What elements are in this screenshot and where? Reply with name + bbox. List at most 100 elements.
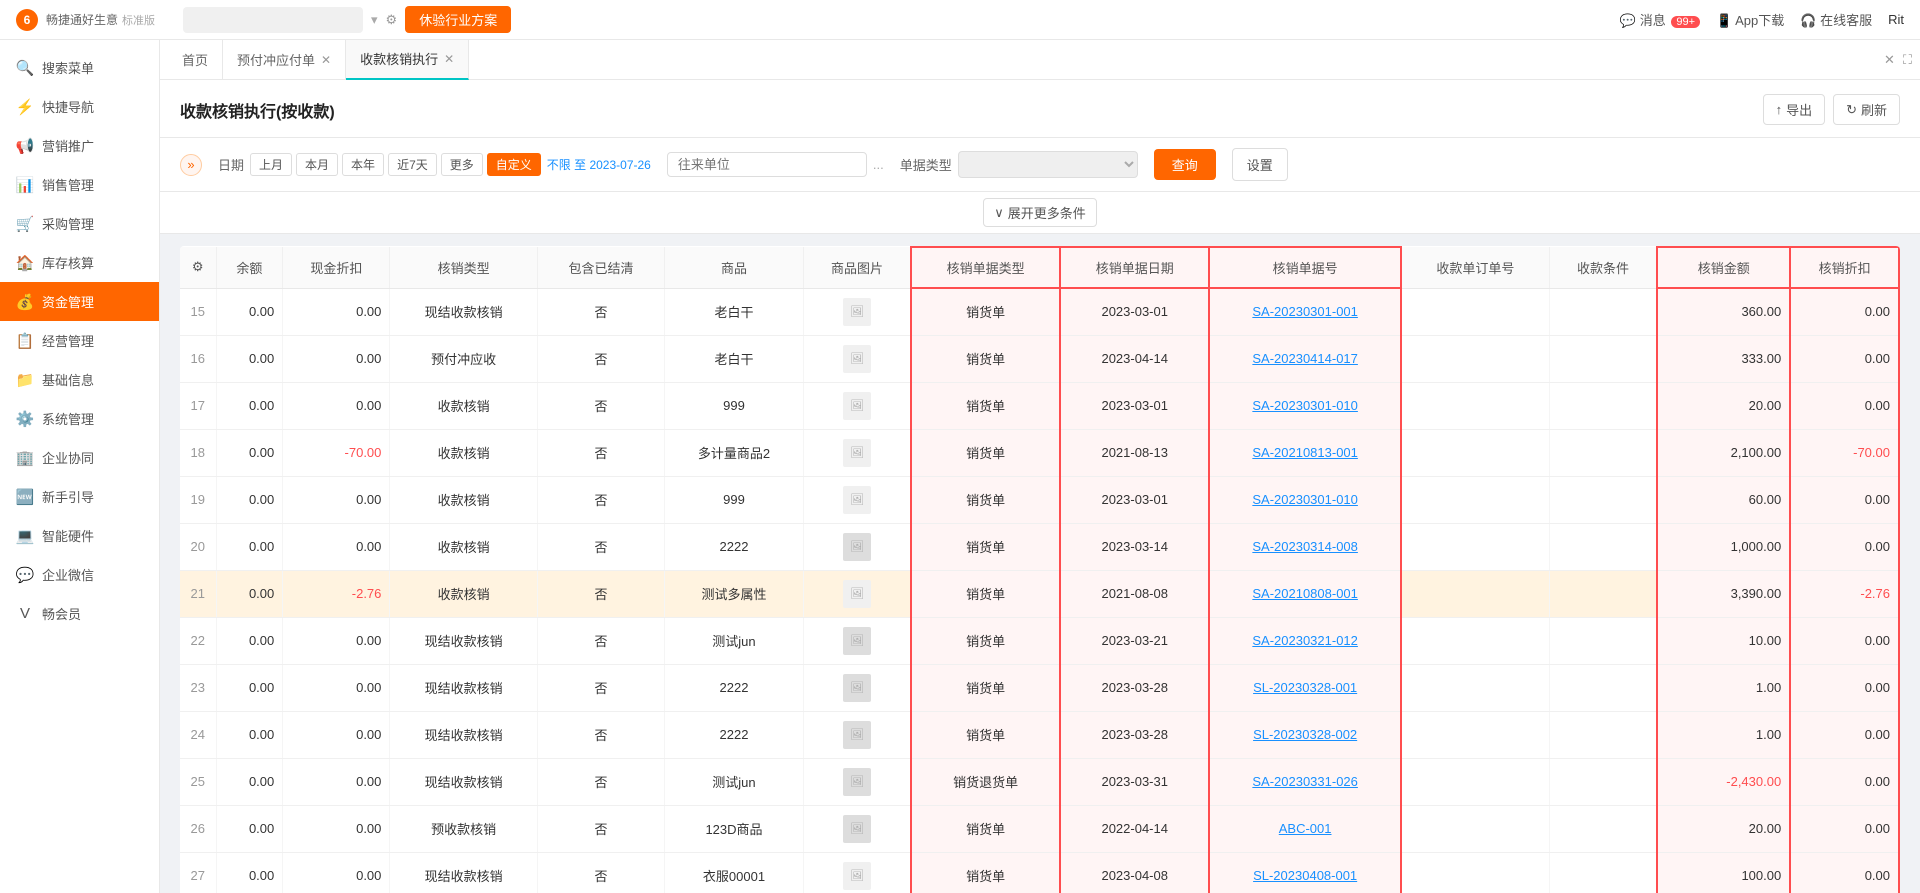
counterpart-input[interactable] xyxy=(667,152,867,177)
sidebar-item-quick[interactable]: ⚡ 快捷导航 xyxy=(0,87,159,126)
app-download-btn[interactable]: 📱 App下载 xyxy=(1716,10,1784,29)
sidebar-item-finance[interactable]: 💰 资金管理 xyxy=(0,282,159,321)
bill-no-link[interactable]: SL-20230328-001 xyxy=(1253,680,1357,695)
bill-no-link[interactable]: SL-20230408-001 xyxy=(1253,868,1357,883)
tab-prepay-close[interactable]: ✕ xyxy=(321,53,331,67)
expand-more-btn[interactable]: ∨ 展开更多条件 xyxy=(983,198,1097,227)
tab-collection[interactable]: 收款核销执行 ✕ xyxy=(346,40,469,80)
bill-no-link[interactable]: SA-20210808-001 xyxy=(1252,586,1358,601)
custom-btn[interactable]: 自定义 xyxy=(487,153,541,176)
sidebar-item-corp[interactable]: 🏢 企业协同 xyxy=(0,438,159,477)
cell-bill-no[interactable]: SA-20230301-010 xyxy=(1209,382,1401,429)
col-receipt-condition: 收款条件 xyxy=(1549,247,1657,288)
cell-bill-no[interactable]: SA-20230414-017 xyxy=(1209,335,1401,382)
query-btn[interactable]: 查询 xyxy=(1154,149,1216,180)
cell-bill-no[interactable]: SA-20210813-001 xyxy=(1209,429,1401,476)
sidebar-item-basic[interactable]: 📁 基础信息 xyxy=(0,360,159,399)
cell-cash-discount: 0.00 xyxy=(283,852,390,893)
cell-bill-no[interactable]: SL-20230328-001 xyxy=(1209,664,1401,711)
cell-bill-no[interactable]: ABC-001 xyxy=(1209,805,1401,852)
online-service-btn[interactable]: 🎧 在线客服 xyxy=(1800,10,1872,29)
cell-verify-type: 收款核销 xyxy=(390,523,538,570)
cell-bill-no[interactable]: SA-20230301-001 xyxy=(1209,288,1401,335)
sidebar-item-guide[interactable]: 🆕 新手引导 xyxy=(0,477,159,516)
cell-goods-img: 🖼 xyxy=(803,805,911,852)
sidebar-item-purchase[interactable]: 🛒 采购管理 xyxy=(0,204,159,243)
cell-include-settled: 否 xyxy=(537,429,664,476)
more-btn[interactable]: 更多 xyxy=(441,153,483,176)
cell-verify-discount: 0.00 xyxy=(1790,617,1899,664)
cell-bill-type: 销货单 xyxy=(911,429,1060,476)
tab-maximize-icon[interactable]: ⛶ xyxy=(1903,52,1912,68)
refresh-btn[interactable]: ↻ 刷新 xyxy=(1833,94,1900,125)
last7-btn[interactable]: 近7天 xyxy=(388,153,437,176)
tab-collection-close[interactable]: ✕ xyxy=(444,52,454,66)
messages-btn[interactable]: 💬 消息 99+ xyxy=(1620,10,1700,29)
cell-bill-no[interactable]: SA-20210808-001 xyxy=(1209,570,1401,617)
cell-verify-amount: 2,100.00 xyxy=(1657,429,1790,476)
cell-goods: 测试jun xyxy=(665,758,804,805)
sidebar-item-marketing[interactable]: 📢 营销推广 xyxy=(0,126,159,165)
sidebar-item-inventory[interactable]: 🏠 库存核算 xyxy=(0,243,159,282)
bill-no-link[interactable]: SA-20230301-010 xyxy=(1252,492,1358,507)
cell-goods: 999 xyxy=(665,382,804,429)
header-actions: ↑ 导出 ↻ 刷新 xyxy=(1763,94,1900,125)
bill-no-link[interactable]: ABC-001 xyxy=(1279,821,1332,836)
cell-goods: 多计量商品2 xyxy=(665,429,804,476)
bill-no-link[interactable]: SL-20230328-002 xyxy=(1253,727,1357,742)
col-gear[interactable]: ⚙ xyxy=(180,247,216,288)
sidebar-item-sales[interactable]: 📊 销售管理 xyxy=(0,165,159,204)
gear-header-icon[interactable]: ⚙ xyxy=(192,259,204,274)
filter-expand-btn[interactable]: » xyxy=(180,154,202,176)
dropdown-icon[interactable]: ▾ xyxy=(371,12,378,28)
user-name[interactable]: Rit xyxy=(1888,12,1904,27)
sidebar-item-operation[interactable]: 📋 经营管理 xyxy=(0,321,159,360)
brand-text: 畅捷通好生意 xyxy=(46,11,118,28)
counterpart-dots[interactable]: ... xyxy=(873,157,884,172)
cell-bill-no[interactable]: SL-20230408-001 xyxy=(1209,852,1401,893)
bill-no-link[interactable]: SA-20230314-008 xyxy=(1252,539,1358,554)
col-goods-img: 商品图片 xyxy=(803,247,911,288)
this-month-btn[interactable]: 本月 xyxy=(296,153,338,176)
cell-verify-discount: 0.00 xyxy=(1790,758,1899,805)
sidebar-item-search[interactable]: 🔍 搜索菜单 xyxy=(0,48,159,87)
bill-no-link[interactable]: SA-20230331-026 xyxy=(1252,774,1358,789)
tab-close-icon[interactable]: ✕ xyxy=(1884,52,1895,68)
tab-prepay[interactable]: 预付冲应付单 ✕ xyxy=(223,40,346,80)
last-month-btn[interactable]: 上月 xyxy=(250,153,292,176)
top-bar-right: 💬 消息 99+ 📱 App下载 🎧 在线客服 Rit xyxy=(1620,10,1904,29)
company-selector[interactable] xyxy=(183,7,363,33)
setting-btn[interactable]: 设置 xyxy=(1232,148,1288,181)
cell-bill-no[interactable]: SL-20230328-002 xyxy=(1209,711,1401,758)
bill-no-link[interactable]: SA-20230301-001 xyxy=(1252,304,1358,319)
this-year-btn[interactable]: 本年 xyxy=(342,153,384,176)
bill-no-link[interactable]: SA-20210813-001 xyxy=(1252,445,1358,460)
cell-include-settled: 否 xyxy=(537,805,664,852)
bill-type-select[interactable] xyxy=(958,151,1138,178)
sidebar-item-member[interactable]: V 畅会员 xyxy=(0,594,159,633)
page-title-row: 收款核销执行(按收款) ↑ 导出 ↻ 刷新 xyxy=(180,94,1900,125)
bill-no-link[interactable]: SA-20230414-017 xyxy=(1252,351,1358,366)
sidebar-item-wechat[interactable]: 💬 企业微信 xyxy=(0,555,159,594)
industry-btn[interactable]: 休验行业方案 xyxy=(405,6,511,33)
bill-no-link[interactable]: SA-20230321-012 xyxy=(1252,633,1358,648)
bill-no-link[interactable]: SA-20230301-010 xyxy=(1252,398,1358,413)
sidebar-item-hardware[interactable]: 💻 智能硬件 xyxy=(0,516,159,555)
cell-include-settled: 否 xyxy=(537,476,664,523)
tab-home[interactable]: 首页 xyxy=(168,40,223,80)
cell-bill-no[interactable]: SA-20230321-012 xyxy=(1209,617,1401,664)
cell-bill-no[interactable]: SA-20230331-026 xyxy=(1209,758,1401,805)
cell-include-settled: 否 xyxy=(537,570,664,617)
sidebar-item-system[interactable]: ⚙️ 系统管理 xyxy=(0,399,159,438)
page-title: 收款核销执行(按收款) xyxy=(180,98,335,122)
cell-bill-type: 销货单 xyxy=(911,570,1060,617)
cell-cash-discount: -70.00 xyxy=(283,429,390,476)
cell-bill-no[interactable]: SA-20230314-008 xyxy=(1209,523,1401,570)
cell-cash-discount: 0.00 xyxy=(283,476,390,523)
cell-goods-img: 🖼 xyxy=(803,429,911,476)
export-btn[interactable]: ↑ 导出 xyxy=(1763,94,1826,125)
settings-icon[interactable]: ⚙ xyxy=(386,12,398,28)
cell-bill-no[interactable]: SA-20230301-010 xyxy=(1209,476,1401,523)
cell-goods: 测试jun xyxy=(665,617,804,664)
cell-balance: 0.00 xyxy=(216,852,283,893)
